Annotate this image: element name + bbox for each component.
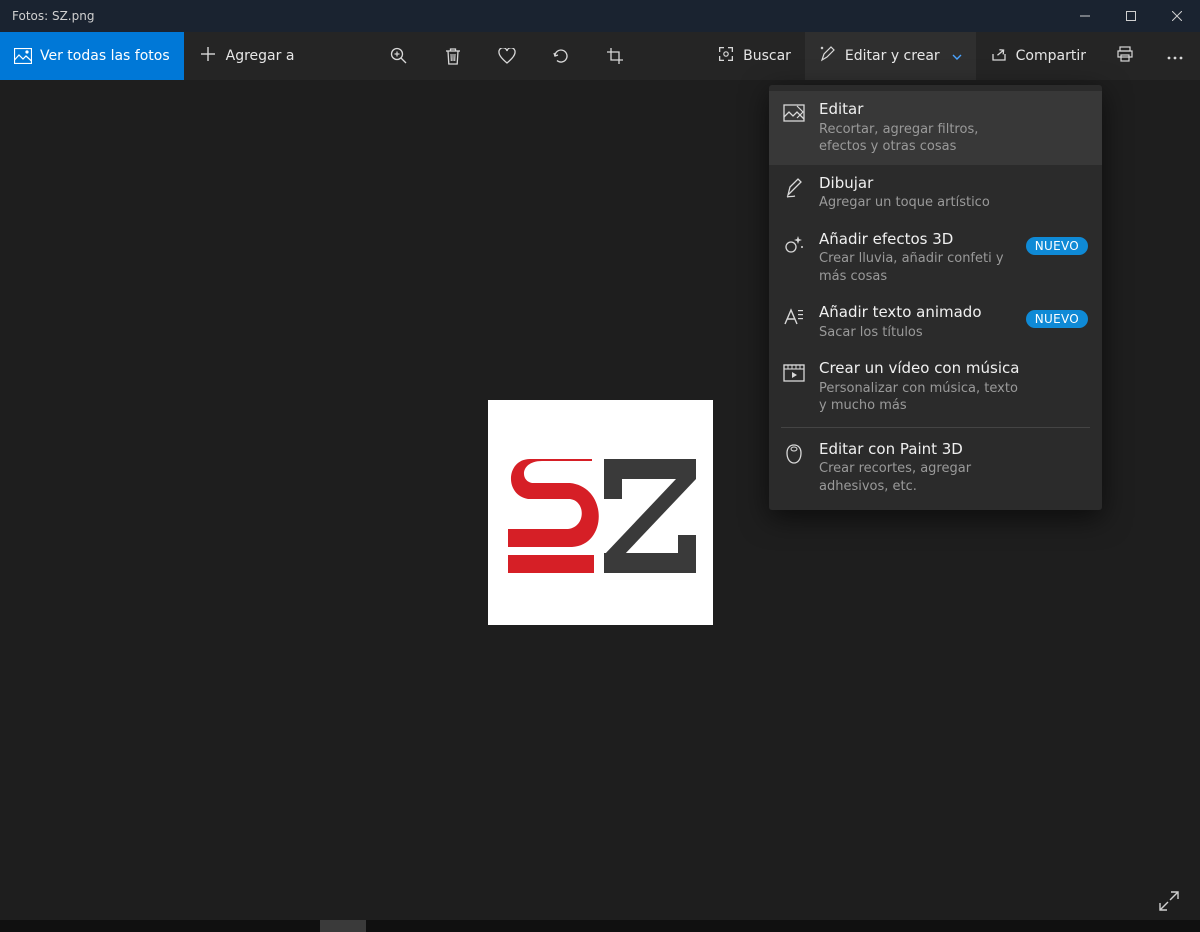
- maximize-icon: [1126, 11, 1136, 21]
- see-all-photos-label: Ver todas las fotos: [40, 48, 170, 64]
- chevron-down-icon: [952, 48, 962, 64]
- edit-create-button[interactable]: Editar y crear: [805, 32, 976, 80]
- window-title: Fotos: SZ.png: [0, 9, 94, 23]
- menu-item-edit-sub: Recortar, agregar filtros, efectos y otr…: [819, 121, 1028, 156]
- share-label: Compartir: [1016, 48, 1086, 64]
- close-icon: [1172, 11, 1182, 21]
- menu-item-draw-title: Dibujar: [819, 174, 1028, 194]
- more-icon: [1166, 48, 1184, 64]
- favorite-button[interactable]: [494, 43, 520, 69]
- gallery-icon: [14, 47, 32, 65]
- crop-button[interactable]: [602, 43, 628, 69]
- edit-create-menu: Editar Recortar, agregar filtros, efecto…: [769, 85, 1102, 510]
- maximize-button[interactable]: [1108, 0, 1154, 32]
- share-icon: [990, 45, 1008, 67]
- edit-image-icon: [783, 103, 805, 125]
- add-to-button[interactable]: Agregar a: [184, 32, 311, 80]
- search-label: Buscar: [743, 48, 791, 64]
- rotate-button[interactable]: [548, 43, 574, 69]
- search-button[interactable]: Buscar: [703, 32, 805, 80]
- image-frame: [488, 400, 713, 625]
- rotate-icon: [552, 47, 570, 65]
- menu-item-paint3d-sub: Crear recortes, agregar adhesivos, etc.: [819, 460, 1028, 495]
- title-bar: Fotos: SZ.png: [0, 0, 1200, 32]
- menu-item-text-title: Añadir texto animado: [819, 303, 1028, 323]
- menu-item-3d-effects[interactable]: Añadir efectos 3D Crear lluvia, añadir c…: [769, 221, 1102, 295]
- menu-separator: [781, 427, 1090, 428]
- toolbar-right: Buscar Editar y crear Compartir: [703, 32, 1200, 80]
- menu-item-draw-sub: Agregar un toque artístico: [819, 194, 1028, 212]
- fullscreen-button[interactable]: [1156, 888, 1182, 914]
- fullscreen-icon: [1158, 890, 1180, 912]
- text-icon: [783, 306, 805, 328]
- minimize-icon: [1080, 11, 1090, 21]
- see-all-photos-button[interactable]: Ver todas las fotos: [0, 32, 184, 80]
- plus-icon: [200, 46, 216, 66]
- menu-item-edit-title: Editar: [819, 100, 1028, 120]
- window-controls: [1062, 0, 1200, 32]
- minimize-button[interactable]: [1062, 0, 1108, 32]
- print-icon: [1116, 45, 1134, 67]
- zoom-button[interactable]: [386, 43, 412, 69]
- menu-item-video-title: Crear un vídeo con música: [819, 359, 1028, 379]
- toolbar: Ver todas las fotos Agregar a: [0, 32, 1200, 80]
- new-badge: NUEVO: [1026, 237, 1088, 255]
- menu-item-paint3d-title: Editar con Paint 3D: [819, 440, 1028, 460]
- delete-button[interactable]: [440, 43, 466, 69]
- menu-item-animated-text[interactable]: Añadir texto animado Sacar los títulos N…: [769, 294, 1102, 350]
- print-button[interactable]: [1100, 32, 1150, 80]
- edit-create-label: Editar y crear: [845, 48, 940, 64]
- trash-icon: [445, 47, 461, 65]
- sparkle-icon: [783, 233, 805, 255]
- share-button[interactable]: Compartir: [976, 32, 1100, 80]
- more-button[interactable]: [1150, 32, 1200, 80]
- visual-search-icon: [717, 45, 735, 67]
- menu-item-text-sub: Sacar los títulos: [819, 324, 1028, 342]
- menu-item-create-video[interactable]: Crear un vídeo con música Personalizar c…: [769, 350, 1102, 424]
- heart-icon: [498, 48, 516, 64]
- toolbar-left: Ver todas las fotos Agregar a: [0, 32, 310, 80]
- paint3d-icon: [783, 443, 805, 465]
- menu-item-3d-sub: Crear lluvia, añadir confeti y más cosas: [819, 250, 1028, 285]
- pen-icon: [783, 177, 805, 199]
- zoom-icon: [390, 47, 408, 65]
- menu-item-paint3d[interactable]: Editar con Paint 3D Crear recortes, agre…: [769, 431, 1102, 505]
- new-badge: NUEVO: [1026, 310, 1088, 328]
- video-icon: [783, 362, 805, 384]
- add-to-label: Agregar a: [226, 48, 295, 64]
- taskbar[interactable]: [0, 920, 1200, 932]
- sz-logo: [500, 447, 700, 577]
- menu-item-video-sub: Personalizar con música, texto y mucho m…: [819, 380, 1028, 415]
- crop-icon: [606, 47, 624, 65]
- menu-item-edit[interactable]: Editar Recortar, agregar filtros, efecto…: [769, 91, 1102, 165]
- edit-icon: [819, 45, 837, 67]
- close-button[interactable]: [1154, 0, 1200, 32]
- menu-item-3d-title: Añadir efectos 3D: [819, 230, 1028, 250]
- taskbar-active-item[interactable]: [320, 920, 366, 932]
- menu-item-draw[interactable]: Dibujar Agregar un toque artístico: [769, 165, 1102, 221]
- toolbar-center: [376, 32, 638, 80]
